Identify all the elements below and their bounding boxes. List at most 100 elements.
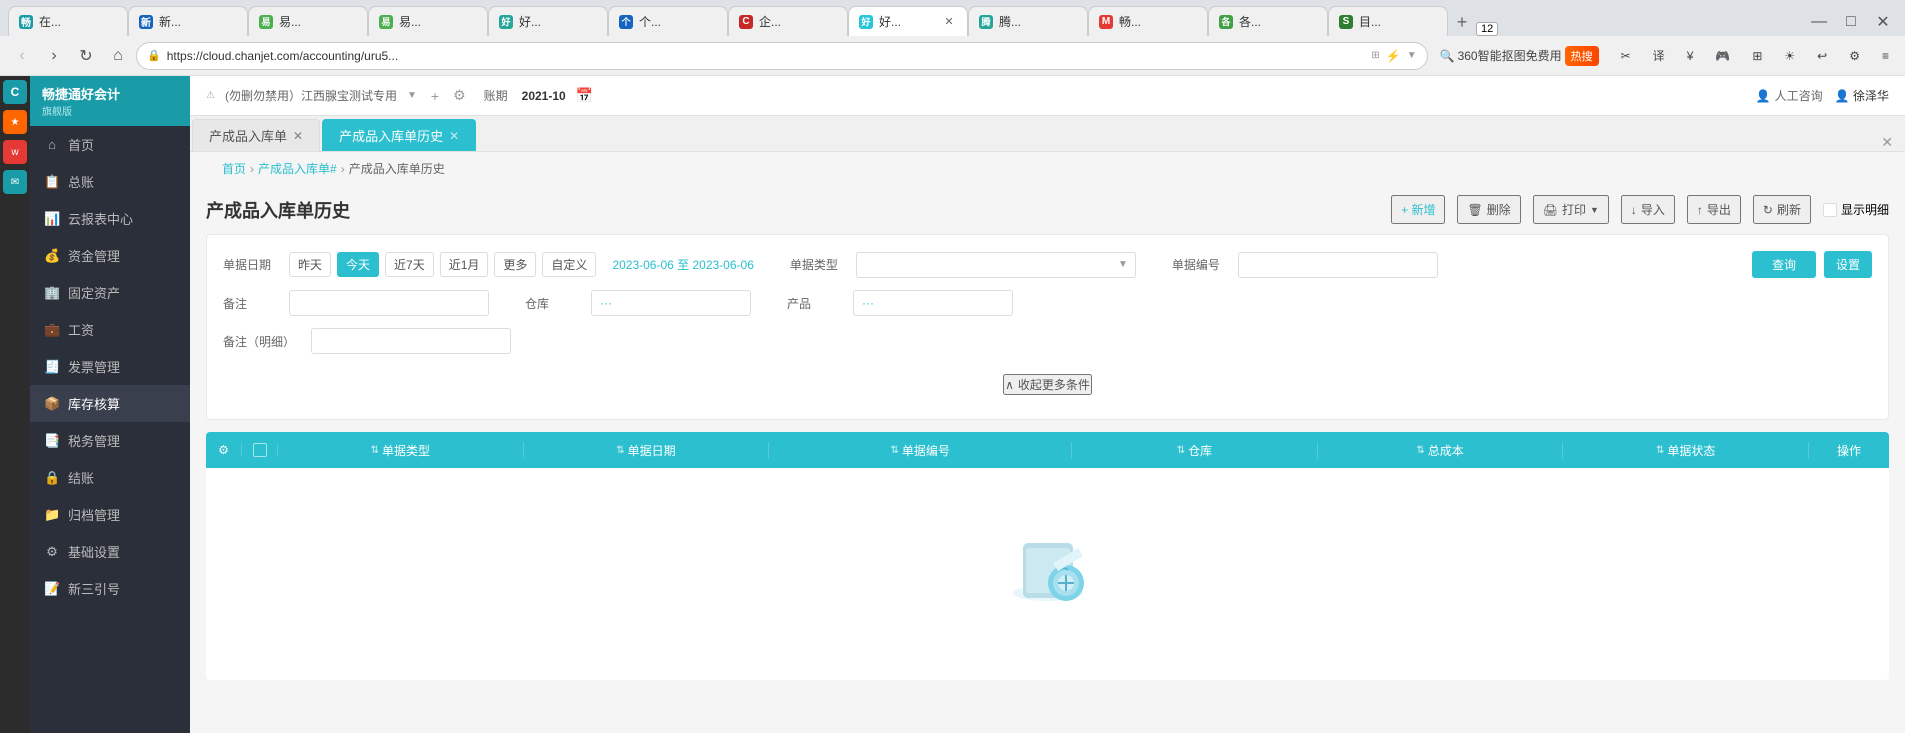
home-button[interactable]: ⌂ (104, 42, 132, 70)
tab-title-8: 好... (879, 13, 935, 30)
th-date[interactable]: ⇅ 单据日期 (524, 442, 770, 459)
reload-button[interactable]: ↻ (72, 42, 100, 70)
new-tab-button[interactable]: + (1448, 8, 1476, 36)
sidebar-item-archive[interactable]: 📁 归档管理 (30, 496, 190, 533)
settings-button[interactable]: ⚙ (1841, 42, 1868, 70)
add-button[interactable]: + 新增 (1391, 195, 1445, 224)
add-company-button[interactable]: + (431, 88, 439, 104)
browser-tab-2[interactable]: 新 新... (128, 6, 248, 36)
gear-settings-icon[interactable]: ⚙ (453, 87, 466, 104)
date-range-value: 2023-06-06 至 2023-06-06 (612, 256, 753, 273)
close-button[interactable]: ✕ (1869, 8, 1897, 36)
select-all-checkbox[interactable] (253, 443, 267, 457)
restore-button[interactable]: □ (1837, 8, 1865, 36)
sidebar-item-assets[interactable]: 🏢 固定资产 (30, 274, 190, 311)
app-icon-weibo[interactable]: w (3, 140, 27, 164)
sort-cost-icon: ⇅ (1416, 445, 1424, 456)
sidebar-item-reports[interactable]: 📊 云报表中心 (30, 200, 190, 237)
calendar-icon[interactable]: 📅 (576, 87, 593, 104)
minimize-button[interactable]: — (1805, 8, 1833, 36)
sidebar-item-home[interactable]: ⌂ 首页 (30, 126, 190, 163)
table-empty-state (206, 468, 1889, 680)
sidebar-item-finance[interactable]: 💰 资金管理 (30, 237, 190, 274)
th-type[interactable]: ⇅ 单据类型 (278, 442, 524, 459)
collapse-button[interactable]: ∧ 收起更多条件 (1003, 374, 1092, 395)
sidebar-item-settings[interactable]: ⚙ 基础设置 (30, 533, 190, 570)
date-btn-7days[interactable]: 近7天 (385, 252, 434, 277)
refresh-button[interactable]: ↻ 刷新 (1753, 195, 1811, 224)
panel-close-icon[interactable]: ✕ (1881, 134, 1893, 151)
app-icon-mail[interactable]: ✉ (3, 170, 27, 194)
delete-button[interactable]: 🗑 删除 (1457, 195, 1520, 224)
th-warehouse[interactable]: ⇅ 仓库 (1072, 442, 1318, 459)
th-check[interactable] (242, 443, 278, 457)
browser-tab-6[interactable]: 个 个... (608, 6, 728, 36)
app-icon-orange[interactable]: ★ (3, 110, 27, 134)
sidebar-item-payroll[interactable]: 💼 工资 (30, 311, 190, 348)
address-bar[interactable]: 🔒 https://cloud.chanjet.com/accounting/u… (136, 42, 1428, 70)
browser-tab-12[interactable]: S 目... (1328, 6, 1448, 36)
query-button[interactable]: 查询 (1752, 251, 1816, 278)
browser-tab-10[interactable]: M 畅... (1088, 6, 1208, 36)
settings-btn[interactable]: 设置 (1824, 251, 1872, 278)
browser-tab-3[interactable]: 易 易... (248, 6, 368, 36)
more-menu-button[interactable]: ≡ (1874, 42, 1897, 70)
no-input[interactable] (1238, 252, 1438, 278)
browser-tab-11[interactable]: 各 各... (1208, 6, 1328, 36)
app-icon-chanjet[interactable]: C (3, 80, 27, 104)
sidebar-item-inventory[interactable]: 📦 库存核算 (30, 385, 190, 422)
th-op: 操作 (1809, 442, 1889, 459)
product-select[interactable]: ··· (853, 290, 1013, 316)
print-button[interactable]: 🖨 打印 ▼ (1533, 195, 1609, 224)
display-toggle[interactable]: 显示明细 (1823, 201, 1889, 218)
sidebar-item-tax[interactable]: 📑 税务管理 (30, 422, 190, 459)
browser-tab-4[interactable]: 易 易... (368, 6, 488, 36)
sidebar-item-ledger[interactable]: 📋 总账 (30, 163, 190, 200)
th-no[interactable]: ⇅ 单据编号 (769, 442, 1072, 459)
page-tab-history-close[interactable]: ✕ (449, 129, 459, 143)
date-btn-more[interactable]: 更多 (494, 252, 536, 277)
translate-button[interactable]: 译 (1645, 42, 1673, 70)
import-icon: ↓ (1631, 203, 1637, 217)
date-btn-yesterday[interactable]: 昨天 (289, 252, 331, 277)
yuan-button[interactable]: ¥ (1679, 42, 1702, 70)
detail-remark-input[interactable] (311, 328, 511, 354)
sidebar-item-closing[interactable]: 🔒 结账 (30, 459, 190, 496)
date-btn-custom[interactable]: 自定义 (542, 252, 596, 277)
breadcrumb-list[interactable]: 产成品入库单# (258, 160, 337, 177)
display-button[interactable]: ☀ (1776, 42, 1803, 70)
forward-button[interactable]: › (40, 42, 68, 70)
page-tab-history[interactable]: 产成品入库单历史 ✕ (322, 119, 476, 151)
breadcrumb-home[interactable]: 首页 (222, 160, 246, 177)
page-tab-list-close[interactable]: ✕ (293, 129, 303, 143)
sidebar-item-invoice[interactable]: 🧾 发票管理 (30, 348, 190, 385)
page-tab-list[interactable]: 产成品入库单 ✕ (192, 119, 320, 151)
search-tools-button[interactable]: 🔍 360智能抠图免费用 热搜 (1432, 42, 1607, 70)
scissor-button[interactable]: ✂ (1613, 42, 1639, 70)
browser-tab-9[interactable]: 腾 腾... (968, 6, 1088, 36)
tab-count-badge[interactable]: 12 (1476, 22, 1498, 36)
back-button[interactable]: ‹ (8, 42, 36, 70)
th-cost[interactable]: ⇅ 总成本 (1318, 442, 1564, 459)
warehouse-select[interactable]: ··· (591, 290, 751, 316)
history-button[interactable]: ↩ (1809, 42, 1835, 70)
th-gear[interactable]: ⚙ (206, 443, 242, 457)
browser-tab-8[interactable]: 好 好... ✕ (848, 6, 968, 36)
browser-tab-5[interactable]: 好 好... (488, 6, 608, 36)
grid-view-button[interactable]: ⊞ (1744, 42, 1770, 70)
user-service-button[interactable]: 👤 人工咨询 (1756, 87, 1823, 104)
th-status[interactable]: ⇅ 单据状态 (1563, 442, 1809, 459)
type-select[interactable] (856, 252, 1136, 278)
import-button[interactable]: ↓ 导入 (1621, 195, 1675, 224)
browser-tab-7[interactable]: C 企... (728, 6, 848, 36)
browser-tab-1[interactable]: 畅 在... (8, 6, 128, 36)
tab-close-8[interactable]: ✕ (941, 14, 957, 30)
display-checkbox[interactable] (1823, 203, 1837, 217)
date-btn-today[interactable]: 今天 (337, 252, 379, 277)
date-btn-1month[interactable]: 近1月 (440, 252, 489, 277)
sidebar-item-voucher[interactable]: 📝 新三引号 (30, 570, 190, 607)
remark-input[interactable] (289, 290, 489, 316)
export-button[interactable]: ↑ 导出 (1687, 195, 1741, 224)
game-button[interactable]: 🎮 (1707, 42, 1738, 70)
company-dropdown-icon[interactable]: ▼ (407, 90, 417, 101)
